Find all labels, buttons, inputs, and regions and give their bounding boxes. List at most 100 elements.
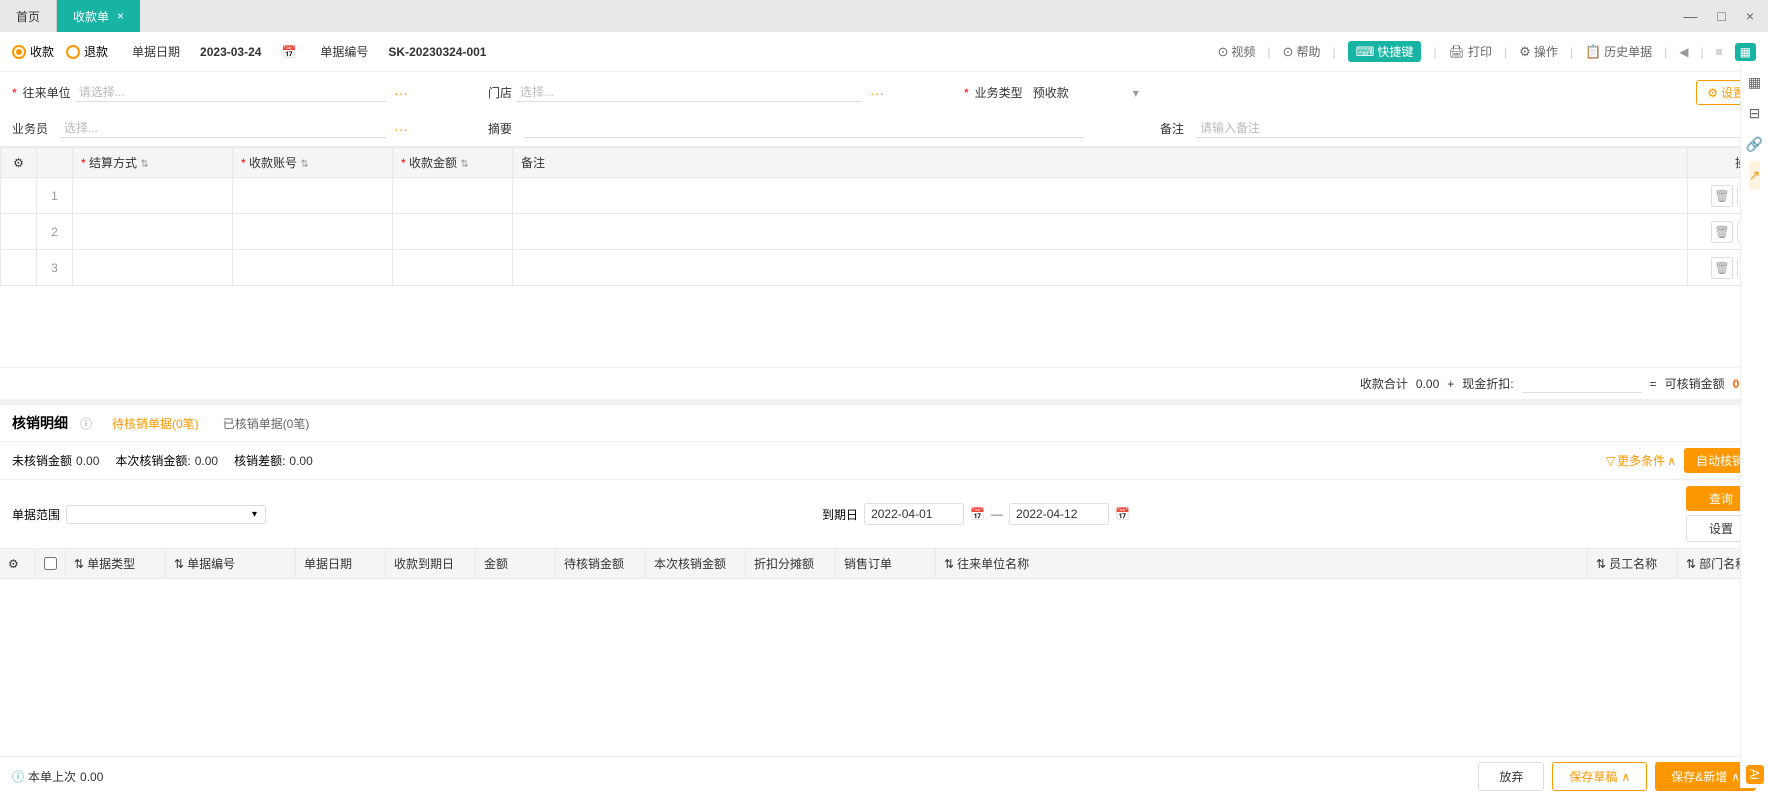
this-order-value: 0.00 — [80, 770, 103, 784]
sidebar-doc-icon[interactable]: ⊟ — [1749, 99, 1761, 128]
list-icon[interactable]: ≡ — [1716, 45, 1723, 59]
bottom-table-section: ⚙ ⇅ 单据类型 ⇅ 单据编号 单据日期 收款到期日 — [0, 549, 1768, 756]
print-button[interactable]: 🖨 打印 — [1449, 43, 1493, 60]
done-tab[interactable]: 已核销单据(0笔) — [223, 415, 310, 432]
select-all-checkbox[interactable] — [44, 557, 57, 570]
calendar-icon[interactable]: 📅 — [281, 45, 296, 59]
table-row: 3 🗑 ⧉ — [1, 250, 1768, 286]
bt-settings-col[interactable]: ⚙ — [0, 551, 36, 577]
diff-label: 核销差额: — [234, 452, 285, 469]
date-end-input[interactable] — [1009, 503, 1109, 525]
radio-refund[interactable]: 退款 — [66, 43, 108, 60]
more-conditions-btn[interactable]: ▽ 更多条件 ∧ — [1606, 452, 1676, 469]
video-icon: ⊙ — [1218, 44, 1229, 60]
video-button[interactable]: ⊙ 视频 — [1218, 43, 1256, 60]
radio-refund-label: 退款 — [84, 43, 108, 60]
summary-field: 摘要 — [488, 119, 1084, 138]
range-label: 单据范围 — [12, 506, 60, 523]
current-stat: 本次核销金额: 0.00 — [115, 452, 218, 469]
row-settings-cell — [1, 214, 37, 250]
row-amount-cell[interactable] — [393, 178, 513, 214]
bt-staff-col: ⇅ 员工名称 — [1588, 549, 1678, 578]
unverified-label: 未核销金额 — [12, 452, 72, 469]
staff-more-icon[interactable]: ··· — [390, 121, 412, 137]
row-account-cell[interactable] — [233, 214, 393, 250]
row-settle-cell[interactable] — [73, 250, 233, 286]
tab-bar: 首页 收款单 × — □ × — [0, 0, 1768, 32]
due-date-label: 到期日 — [822, 506, 858, 523]
save-draft-button[interactable]: 保存草稿 ∧ — [1552, 762, 1647, 791]
row-amount-cell[interactable] — [393, 250, 513, 286]
col-settings-header[interactable]: ⚙ — [1, 148, 37, 178]
bt-checkbox-col[interactable] — [36, 551, 66, 576]
row-num-cell: 3 — [37, 250, 73, 286]
footer-info-icon: ⓘ — [12, 768, 24, 785]
business-type-chevron[interactable]: ▾ — [1133, 86, 1139, 100]
sidebar-link-icon[interactable]: 🔗 — [1746, 130, 1763, 159]
current-label: 本次核销金额: — [115, 452, 190, 469]
pending-tab[interactable]: 待核销单据(0笔) — [112, 415, 199, 432]
payment-table: ⚙ * 结算方式 ⇅ * 收款账号 ⇅ * 收款金额 — [0, 147, 1768, 286]
sidebar-expand-icon[interactable]: ↗ — [1749, 161, 1761, 190]
sidebar-table-icon[interactable]: ▦ — [1748, 68, 1761, 97]
row-account-cell[interactable] — [233, 250, 393, 286]
operation-button[interactable]: ⚙ 操作 — [1519, 43, 1558, 60]
date-start-input[interactable] — [864, 503, 964, 525]
grid-icon[interactable]: ▦ — [1735, 43, 1756, 61]
radio-receive[interactable]: 收款 — [12, 43, 54, 60]
row-settle-cell[interactable] — [73, 214, 233, 250]
required-icon2: * — [241, 156, 246, 170]
tab-home[interactable]: 首页 — [0, 0, 57, 32]
row-remark-cell[interactable] — [513, 214, 1688, 250]
print-icon: 🖨 — [1449, 44, 1466, 60]
row-delete-icon[interactable]: 🗑 — [1711, 221, 1733, 243]
chevron-up-icon: ∧ — [1667, 454, 1676, 468]
summary-input[interactable] — [524, 119, 1084, 138]
close-button[interactable]: × — [1740, 6, 1760, 26]
this-order-label: 本单上次 — [28, 768, 76, 785]
discount-input[interactable] — [1522, 374, 1642, 393]
row-settle-cell[interactable] — [73, 178, 233, 214]
minimize-button[interactable]: — — [1677, 6, 1703, 26]
prev-icon[interactable]: ◀ — [1679, 45, 1688, 59]
end-calendar-icon[interactable]: 📅 — [1115, 507, 1130, 521]
date-separator: — — [991, 507, 1003, 521]
start-calendar-icon[interactable]: 📅 — [970, 507, 985, 521]
remark-field: 备注 — [1160, 119, 1756, 138]
shop-more-icon[interactable]: ··· — [866, 85, 888, 101]
form-section: * 往来单位 ··· 门店 ··· * 业务类型 预收款 ▾ ⚙ 设置 — [0, 72, 1768, 147]
sales-staff-input[interactable] — [60, 119, 386, 138]
business-type-field: * 业务类型 预收款 ▾ — [964, 84, 1284, 101]
writeoff-header: 核销明细 ⓘ 待核销单据(0笔) 已核销单据(0笔) — [0, 405, 1768, 442]
range-select[interactable]: ▾ — [66, 505, 266, 524]
writeoff-info-icon[interactable]: ⓘ — [80, 415, 92, 432]
shop-input[interactable] — [516, 83, 862, 102]
row-amount-cell[interactable] — [393, 214, 513, 250]
counterpart-more-icon[interactable]: ··· — [390, 85, 412, 101]
maximize-button[interactable]: □ — [1711, 6, 1731, 26]
business-type-value: 预收款 — [1033, 84, 1069, 101]
bt-due-date-col: 收款到期日 — [386, 549, 476, 578]
shortcut-button[interactable]: ⌨ 快捷键 — [1348, 41, 1422, 62]
receive-refund-group: 收款 退款 — [12, 43, 108, 60]
row-delete-icon[interactable]: 🗑 — [1711, 185, 1733, 207]
row-delete-icon[interactable]: 🗑 — [1711, 257, 1733, 279]
summary-row: 收款合计 0.00 + 现金折扣: = 可核销金额 0.00 — [0, 367, 1768, 399]
tab-bar-right: — □ × — [1677, 6, 1768, 26]
row-account-cell[interactable] — [233, 178, 393, 214]
date-label: 单据日期 — [132, 43, 180, 60]
footer-right: 放弃 保存草稿 ∧ 保存&新增 ∧ — [1478, 762, 1756, 791]
footer-info: ⓘ 本单上次 0.00 — [12, 768, 103, 785]
row-remark-cell[interactable] — [513, 178, 1688, 214]
help-button[interactable]: ⊙ 帮助 — [1283, 43, 1321, 60]
row-remark-cell[interactable] — [513, 250, 1688, 286]
counterpart-input[interactable] — [75, 83, 386, 102]
row-num-cell: 2 — [37, 214, 73, 250]
history-button[interactable]: 📋 历史单据 — [1585, 43, 1652, 60]
remark-input[interactable] — [1196, 119, 1756, 138]
ai-button[interactable]: Ai — [1746, 765, 1764, 784]
operation-icon: ⚙ — [1519, 44, 1531, 60]
tab-close-icon[interactable]: × — [117, 9, 124, 23]
abandon-button[interactable]: 放弃 — [1478, 762, 1544, 791]
tab-active[interactable]: 收款单 × — [57, 0, 140, 32]
